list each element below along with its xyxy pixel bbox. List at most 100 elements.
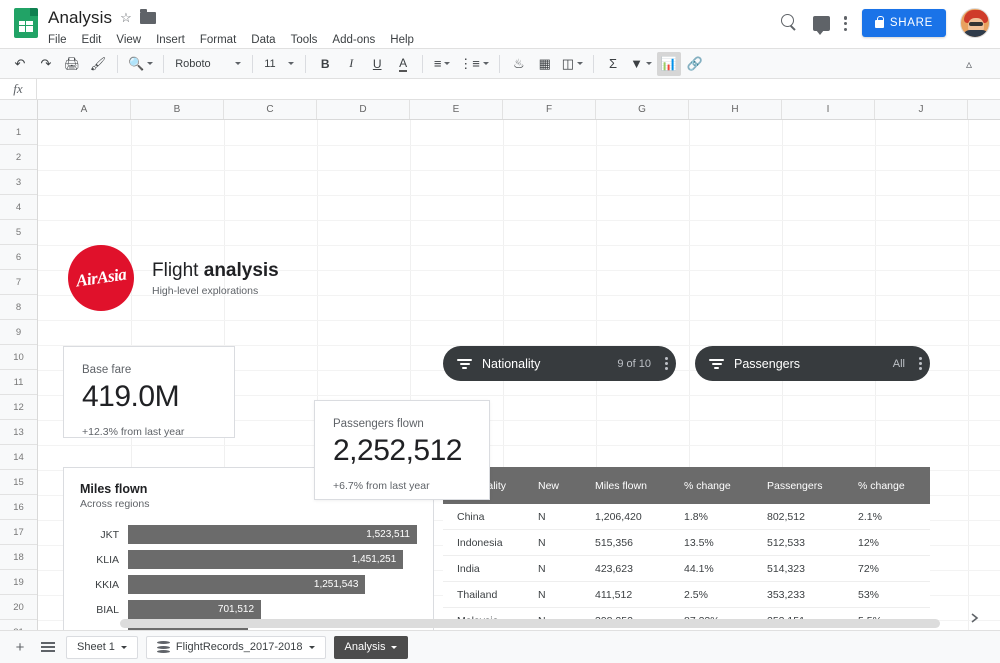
comment-icon[interactable] — [813, 16, 830, 31]
filter-icon[interactable]: ▼ — [627, 52, 655, 76]
airasia-logo: AirAsia — [68, 245, 134, 311]
sheet-tab-flightrecords[interactable]: FlightRecords_2017-2018 — [146, 636, 326, 659]
bar[interactable]: 1,251,543 — [128, 575, 365, 594]
table-header-new[interactable]: New — [538, 480, 595, 492]
text-color-button[interactable]: A — [391, 52, 415, 76]
row-header-11[interactable]: 11 — [0, 370, 37, 395]
share-button[interactable]: SHARE — [862, 9, 946, 37]
undo-icon[interactable]: ↶ — [8, 52, 32, 76]
sheet-tab-sheet-1[interactable]: Sheet 1 — [66, 636, 138, 659]
filter-value: 9 of 10 — [617, 358, 651, 370]
italic-button[interactable]: I — [339, 52, 363, 76]
column-header-d[interactable]: D — [317, 100, 410, 119]
row-header-10[interactable]: 10 — [0, 345, 37, 370]
column-header-b[interactable]: B — [131, 100, 224, 119]
filter-chip-passengers[interactable]: Passengers All — [695, 346, 930, 381]
font-family-select[interactable]: Roboto — [171, 58, 245, 70]
menu-item-addons[interactable]: Add-ons — [332, 34, 375, 46]
bar-label: JKT — [80, 529, 128, 541]
row-header-1[interactable]: 1 — [0, 120, 37, 145]
column-header-c[interactable]: C — [224, 100, 317, 119]
table-header-miles-flown[interactable]: Miles flown — [595, 480, 684, 492]
merge-cells-icon[interactable]: ◫ — [559, 52, 586, 76]
search-icon[interactable] — [781, 14, 799, 32]
table-row[interactable]: IndiaN423,62344.1%514,32372% — [443, 556, 930, 582]
borders-icon[interactable]: ▦ — [533, 52, 557, 76]
page-title[interactable]: Analysis — [48, 8, 112, 28]
row-header-13[interactable]: 13 — [0, 420, 37, 445]
scroll-right-icon[interactable] — [966, 611, 986, 625]
row-header-17[interactable]: 17 — [0, 520, 37, 545]
menu-item-edit[interactable]: Edit — [82, 34, 102, 46]
menu-item-view[interactable]: View — [116, 34, 141, 46]
bar-track: 1,523,511 — [128, 525, 417, 544]
table-cell: N — [538, 589, 595, 601]
star-icon[interactable]: ☆ — [120, 10, 132, 26]
table-header-pct-change-miles[interactable]: % change — [684, 480, 767, 492]
bold-button[interactable]: B — [313, 52, 337, 76]
insert-link-icon[interactable]: 🔗 — [683, 52, 707, 76]
row-header-15[interactable]: 15 — [0, 470, 37, 495]
row-header-16[interactable]: 16 — [0, 495, 37, 520]
row-header-18[interactable]: 18 — [0, 545, 37, 570]
row-header-3[interactable]: 3 — [0, 170, 37, 195]
column-header-h[interactable]: H — [689, 100, 782, 119]
functions-icon[interactable]: Σ — [601, 52, 625, 76]
redo-icon[interactable]: ↷ — [34, 52, 58, 76]
menu-item-help[interactable]: Help — [390, 34, 414, 46]
filter-menu-icon[interactable] — [665, 355, 668, 372]
row-header-12[interactable]: 12 — [0, 395, 37, 420]
row-header-6[interactable]: 6 — [0, 245, 37, 270]
column-header-f[interactable]: F — [503, 100, 596, 119]
row-header-4[interactable]: 4 — [0, 195, 37, 220]
table-row[interactable]: ChinaN1,206,4201.8%802,5122.1% — [443, 504, 930, 530]
filter-name: Nationality — [482, 357, 607, 371]
select-all-corner[interactable] — [0, 100, 38, 119]
column-header-e[interactable]: E — [410, 100, 503, 119]
collapse-toolbar-icon[interactable]: ▵ — [966, 57, 972, 71]
column-header-i[interactable]: I — [782, 100, 875, 119]
row-header-9[interactable]: 9 — [0, 320, 37, 345]
menu-item-data[interactable]: Data — [251, 34, 275, 46]
table-header-pct-change-passengers[interactable]: % change — [858, 480, 930, 492]
table-header-passengers[interactable]: Passengers — [767, 480, 858, 492]
zoom-control[interactable]: 🔍 — [125, 52, 156, 76]
row-header-14[interactable]: 14 — [0, 445, 37, 470]
menu-item-file[interactable]: File — [48, 34, 67, 46]
fill-color-icon[interactable]: ♨ — [507, 52, 531, 76]
insert-chart-icon[interactable]: 📊 — [657, 52, 681, 76]
line-spacing-icon[interactable]: ⋮≡ — [456, 52, 492, 76]
underline-button[interactable]: U — [365, 52, 389, 76]
more-options-icon[interactable] — [844, 14, 848, 32]
horizontal-scrollbar[interactable] — [120, 619, 940, 628]
column-header-j[interactable]: J — [875, 100, 968, 119]
row-header-20[interactable]: 20 — [0, 595, 37, 620]
menu-item-format[interactable]: Format — [200, 34, 236, 46]
paint-format-icon[interactable]: 🖌 — [86, 52, 110, 76]
row-header-8[interactable]: 8 — [0, 295, 37, 320]
folder-icon[interactable] — [140, 12, 156, 24]
row-header-7[interactable]: 7 — [0, 270, 37, 295]
all-sheets-icon[interactable] — [38, 637, 58, 657]
menu-item-insert[interactable]: Insert — [156, 34, 185, 46]
table-row[interactable]: IndonesiaN515,35613.5%512,53312% — [443, 530, 930, 556]
avatar[interactable] — [960, 8, 990, 38]
add-sheet-icon[interactable]: + — [10, 637, 30, 657]
table-row[interactable]: ThailandN411,5122.5%353,23353% — [443, 582, 930, 608]
column-header-a[interactable]: A — [38, 100, 131, 119]
horizontal-align-icon[interactable]: ≡ — [430, 52, 454, 76]
filter-menu-icon[interactable] — [919, 355, 922, 372]
bar[interactable]: 1,451,251 — [128, 550, 403, 569]
bar[interactable]: 1,523,511 — [128, 525, 417, 544]
filter-chip-nationality[interactable]: Nationality 9 of 10 — [443, 346, 676, 381]
font-size-select[interactable]: 11 — [260, 58, 298, 70]
menu-item-tools[interactable]: Tools — [291, 34, 318, 46]
row-header-2[interactable]: 2 — [0, 145, 37, 170]
sheet-tab-analysis[interactable]: Analysis — [334, 636, 409, 659]
bar[interactable]: 701,512 — [128, 600, 261, 619]
column-header-g[interactable]: G — [596, 100, 689, 119]
print-icon[interactable]: 🖨 — [60, 52, 84, 76]
row-header-19[interactable]: 19 — [0, 570, 37, 595]
row-header-5[interactable]: 5 — [0, 220, 37, 245]
table-cell: 1.8% — [684, 511, 767, 523]
